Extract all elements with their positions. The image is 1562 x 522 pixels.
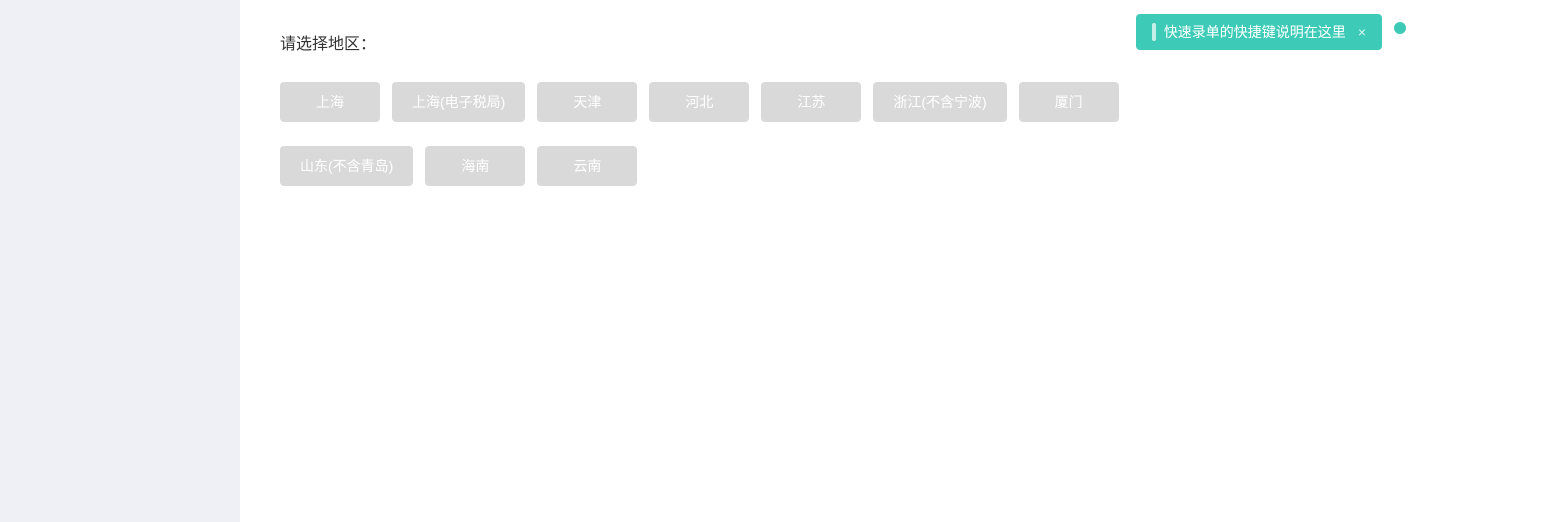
region-btn-yunnan[interactable]: 云南 xyxy=(537,146,637,186)
region-btn-shandong[interactable]: 山东(不含青岛) xyxy=(280,146,413,186)
tooltip-banner: 快速录单的快捷键说明在这里 × xyxy=(1136,14,1382,50)
main-content: 请选择地区： 上海 上海(电子税局) 天津 河北 江苏 浙江(不含宁波) 厦门 … xyxy=(240,0,1562,522)
region-btn-hainan[interactable]: 海南 xyxy=(425,146,525,186)
region-btn-tianjin[interactable]: 天津 xyxy=(537,82,637,122)
tooltip-close-icon[interactable]: × xyxy=(1358,24,1366,40)
region-btn-shanghai[interactable]: 上海 xyxy=(280,82,380,122)
tooltip-text: 快速录单的快捷键说明在这里 xyxy=(1164,22,1346,42)
tooltip-bar xyxy=(1152,23,1156,41)
region-btn-hebei[interactable]: 河北 xyxy=(649,82,749,122)
region-btn-jiangsu[interactable]: 江苏 xyxy=(761,82,861,122)
region-btn-shanghai-etax[interactable]: 上海(电子税局) xyxy=(392,82,525,122)
region-btn-zhejiang[interactable]: 浙江(不含宁波) xyxy=(873,82,1006,122)
region-btn-xiamen[interactable]: 厦门 xyxy=(1019,82,1119,122)
tooltip-dot xyxy=(1394,22,1406,34)
sidebar xyxy=(0,0,240,522)
region-buttons: 上海 上海(电子税局) 天津 河北 江苏 浙江(不含宁波) 厦门 山东(不含青岛… xyxy=(280,82,1522,186)
